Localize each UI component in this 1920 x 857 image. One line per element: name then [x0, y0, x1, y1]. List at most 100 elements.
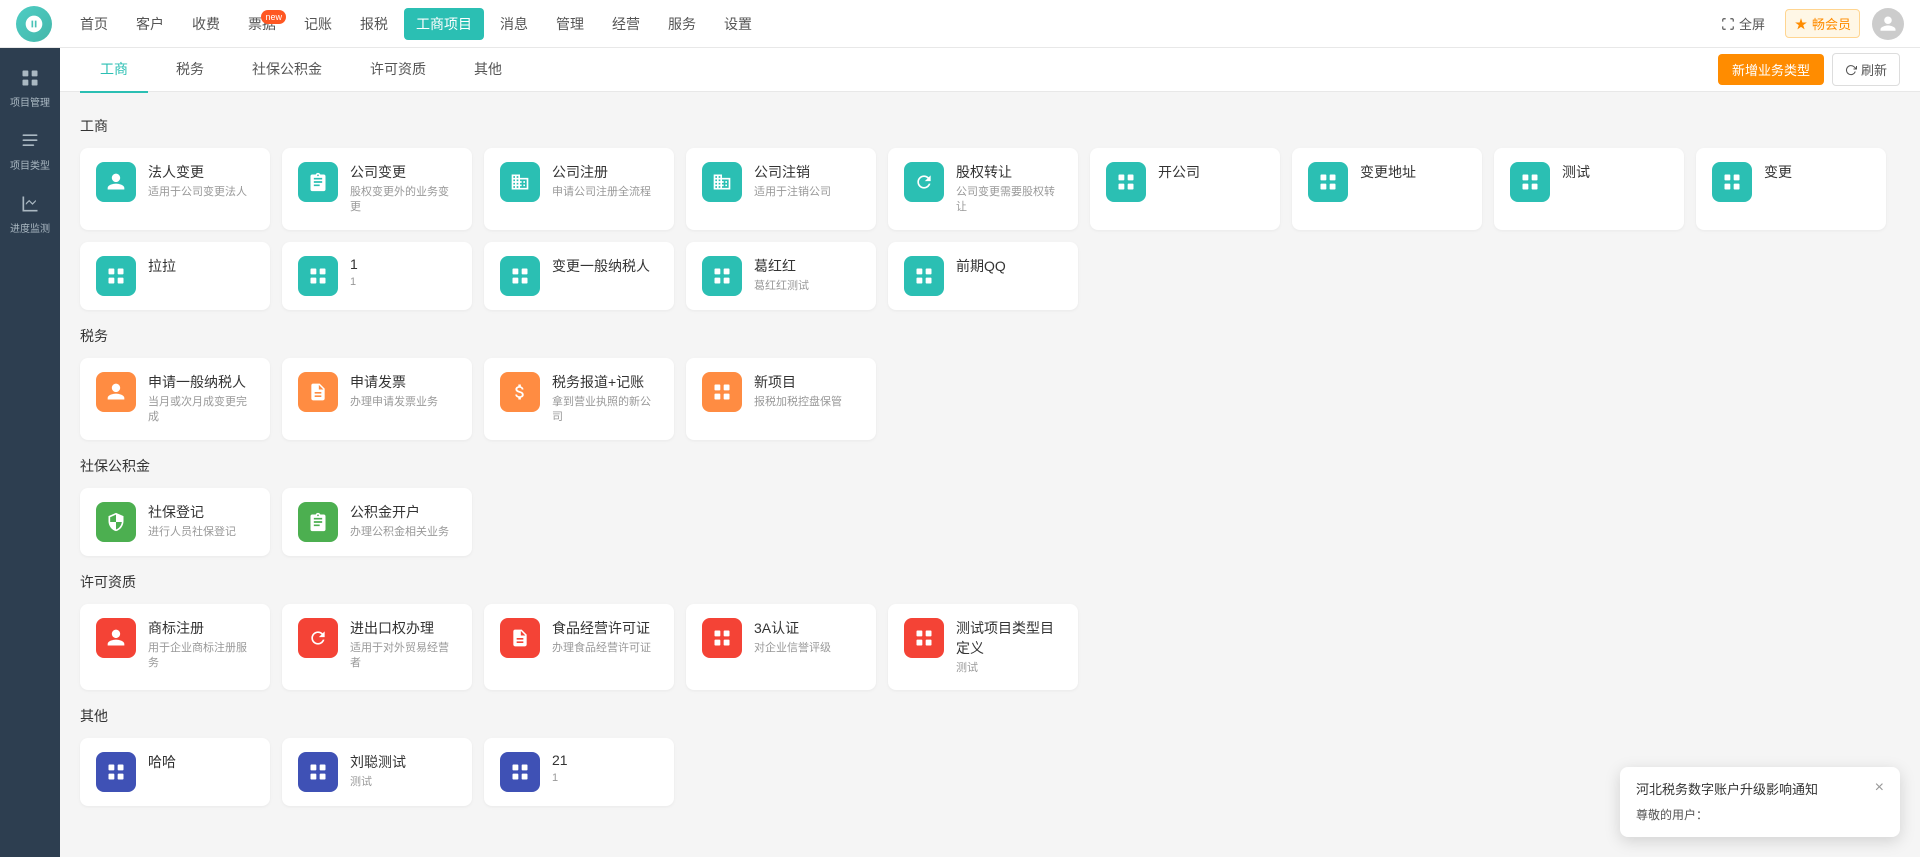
- nav-item-服务[interactable]: 服务: [656, 8, 708, 40]
- nav-item-收费[interactable]: 收费: [180, 8, 232, 40]
- nav-item-经营[interactable]: 经营: [600, 8, 652, 40]
- app-logo[interactable]: [16, 6, 52, 42]
- card-测试[interactable]: 测试: [1494, 148, 1684, 230]
- card-葛红红[interactable]: 葛红红葛红红测试: [686, 242, 876, 310]
- user-avatar[interactable]: [1872, 8, 1904, 40]
- content-area: 工商法人变更适用于公司变更法人公司变更股权变更外的业务变更公司注册申请公司注册全…: [60, 92, 1920, 838]
- card-desc-食品经营许可证: 办理食品经营许可证: [552, 641, 658, 656]
- nav-item-首页[interactable]: 首页: [68, 8, 120, 40]
- member-button[interactable]: 畅会员: [1785, 9, 1860, 38]
- card-icon-21: [500, 752, 540, 792]
- sidebar: 项目管理 项目类型 进度监测: [0, 48, 60, 857]
- card-公积金开户[interactable]: 公积金开户办理公积金相关业务: [282, 488, 472, 556]
- card-1[interactable]: 11: [282, 242, 472, 310]
- card-text-申请发票: 申请发票办理申请发票业务: [350, 372, 456, 410]
- card-社保登记[interactable]: 社保登记进行人员社保登记: [80, 488, 270, 556]
- card-申请发票[interactable]: 申请发票办理申请发票业务: [282, 358, 472, 440]
- card-icon-商标注册: [96, 618, 136, 658]
- nav-item-票据[interactable]: 票据new: [236, 8, 288, 40]
- card-name-公积金开户: 公积金开户: [350, 502, 456, 522]
- sub-tab-工商[interactable]: 工商: [80, 47, 148, 93]
- card-前期QQ[interactable]: 前期QQ: [888, 242, 1078, 310]
- card-name-公司注销: 公司注销: [754, 162, 860, 182]
- card-desc-公司注册: 申请公司注册全流程: [552, 185, 658, 200]
- nav-badge-票据: new: [261, 10, 286, 25]
- card-申请一般纳税人[interactable]: 申请一般纳税人当月或次月成变更完成: [80, 358, 270, 440]
- card-desc-公司变更: 股权变更外的业务变更: [350, 185, 456, 216]
- fullscreen-label: 全屏: [1739, 14, 1765, 33]
- nav-items: 首页客户收费票据new记账报税工商项目消息管理经营服务设置: [68, 8, 1713, 40]
- card-股权转让[interactable]: 股权转让公司变更需要股权转让: [888, 148, 1078, 230]
- nav-item-客户[interactable]: 客户: [124, 8, 176, 40]
- list-icon: [18, 129, 42, 153]
- sidebar-item-project-management[interactable]: 项目管理: [0, 56, 60, 119]
- card-税务报道+记账[interactable]: 税务报道+记账拿到营业执照的新公司: [484, 358, 674, 440]
- card-desc-21: 1: [552, 771, 658, 786]
- nav-item-设置[interactable]: 设置: [712, 8, 764, 40]
- card-text-社保登记: 社保登记进行人员社保登记: [148, 502, 254, 540]
- card-icon-新项目: [702, 372, 742, 412]
- nav-item-工商项目[interactable]: 工商项目: [404, 8, 484, 40]
- card-哈哈[interactable]: 哈哈: [80, 738, 270, 806]
- card-desc-测试项目类型目定义: 测试: [956, 661, 1062, 676]
- notification-body: 尊敬的用户：: [1636, 806, 1884, 825]
- sidebar-label-project-management: 项目管理: [10, 94, 50, 109]
- card-name-公司变更: 公司变更: [350, 162, 456, 182]
- card-desc-新项目: 报税加税控盘保管: [754, 395, 860, 410]
- card-变更一般纳税人[interactable]: 变更一般纳税人: [484, 242, 674, 310]
- card-公司变更[interactable]: 公司变更股权变更外的业务变更: [282, 148, 472, 230]
- refresh-button[interactable]: 刷新: [1832, 53, 1900, 86]
- card-icon-前期QQ: [904, 256, 944, 296]
- card-name-开公司: 开公司: [1158, 162, 1264, 182]
- card-icon-法人变更: [96, 162, 136, 202]
- card-text-拉拉: 拉拉: [148, 256, 254, 279]
- card-name-申请发票: 申请发票: [350, 372, 456, 392]
- sub-tab-其他[interactable]: 其他: [454, 47, 522, 93]
- sidebar-item-progress-monitor[interactable]: 进度监测: [0, 182, 60, 245]
- card-icon-拉拉: [96, 256, 136, 296]
- card-公司注册[interactable]: 公司注册申请公司注册全流程: [484, 148, 674, 230]
- card-desc-刘聪测试: 测试: [350, 775, 456, 790]
- card-变更[interactable]: 变更: [1696, 148, 1886, 230]
- card-刘聪测试[interactable]: 刘聪测试测试: [282, 738, 472, 806]
- grid-icon: [18, 66, 42, 90]
- card-desc-葛红红: 葛红红测试: [754, 279, 860, 294]
- card-21[interactable]: 211: [484, 738, 674, 806]
- card-变更地址[interactable]: 变更地址: [1292, 148, 1482, 230]
- card-name-葛红红: 葛红红: [754, 256, 860, 276]
- card-法人变更[interactable]: 法人变更适用于公司变更法人: [80, 148, 270, 230]
- top-nav: 首页客户收费票据new记账报税工商项目消息管理经营服务设置 全屏 畅会员: [0, 0, 1920, 48]
- card-拉拉[interactable]: 拉拉: [80, 242, 270, 310]
- card-text-申请一般纳税人: 申请一般纳税人当月或次月成变更完成: [148, 372, 254, 426]
- card-3A认证[interactable]: 3A认证对企业信誉评级: [686, 604, 876, 690]
- nav-item-消息[interactable]: 消息: [488, 8, 540, 40]
- card-公司注销[interactable]: 公司注销适用于注销公司: [686, 148, 876, 230]
- section-title-社保公积金: 社保公积金: [80, 456, 1900, 476]
- sub-tab-许可资质[interactable]: 许可资质: [350, 47, 446, 93]
- card-测试项目类型目定义[interactable]: 测试项目类型目定义测试: [888, 604, 1078, 690]
- card-食品经营许可证[interactable]: 食品经营许可证办理食品经营许可证: [484, 604, 674, 690]
- notification-close-button[interactable]: ×: [1875, 779, 1884, 797]
- add-type-button[interactable]: 新增业务类型: [1718, 54, 1824, 85]
- notification-popup: 河北税务数字账户升级影响通知 × 尊敬的用户：: [1620, 767, 1900, 837]
- card-进出口权办理[interactable]: 进出口权办理适用于对外贸易经营者: [282, 604, 472, 690]
- card-text-食品经营许可证: 食品经营许可证办理食品经营许可证: [552, 618, 658, 656]
- fullscreen-button[interactable]: 全屏: [1713, 10, 1773, 37]
- card-name-新项目: 新项目: [754, 372, 860, 392]
- card-商标注册[interactable]: 商标注册用于企业商标注册服务: [80, 604, 270, 690]
- sub-tab-社保公积金[interactable]: 社保公积金: [232, 47, 342, 93]
- card-name-1: 1: [350, 256, 456, 272]
- card-text-1: 11: [350, 256, 456, 290]
- card-name-刘聪测试: 刘聪测试: [350, 752, 456, 772]
- card-icon-刘聪测试: [298, 752, 338, 792]
- nav-item-管理[interactable]: 管理: [544, 8, 596, 40]
- nav-item-报税[interactable]: 报税: [348, 8, 400, 40]
- card-name-进出口权办理: 进出口权办理: [350, 618, 456, 638]
- card-icon-变更地址: [1308, 162, 1348, 202]
- sidebar-item-project-type[interactable]: 项目类型: [0, 119, 60, 182]
- card-开公司[interactable]: 开公司: [1090, 148, 1280, 230]
- sub-tab-税务[interactable]: 税务: [156, 47, 224, 93]
- nav-item-记账[interactable]: 记账: [292, 8, 344, 40]
- card-新项目[interactable]: 新项目报税加税控盘保管: [686, 358, 876, 440]
- chart-icon: [18, 192, 42, 216]
